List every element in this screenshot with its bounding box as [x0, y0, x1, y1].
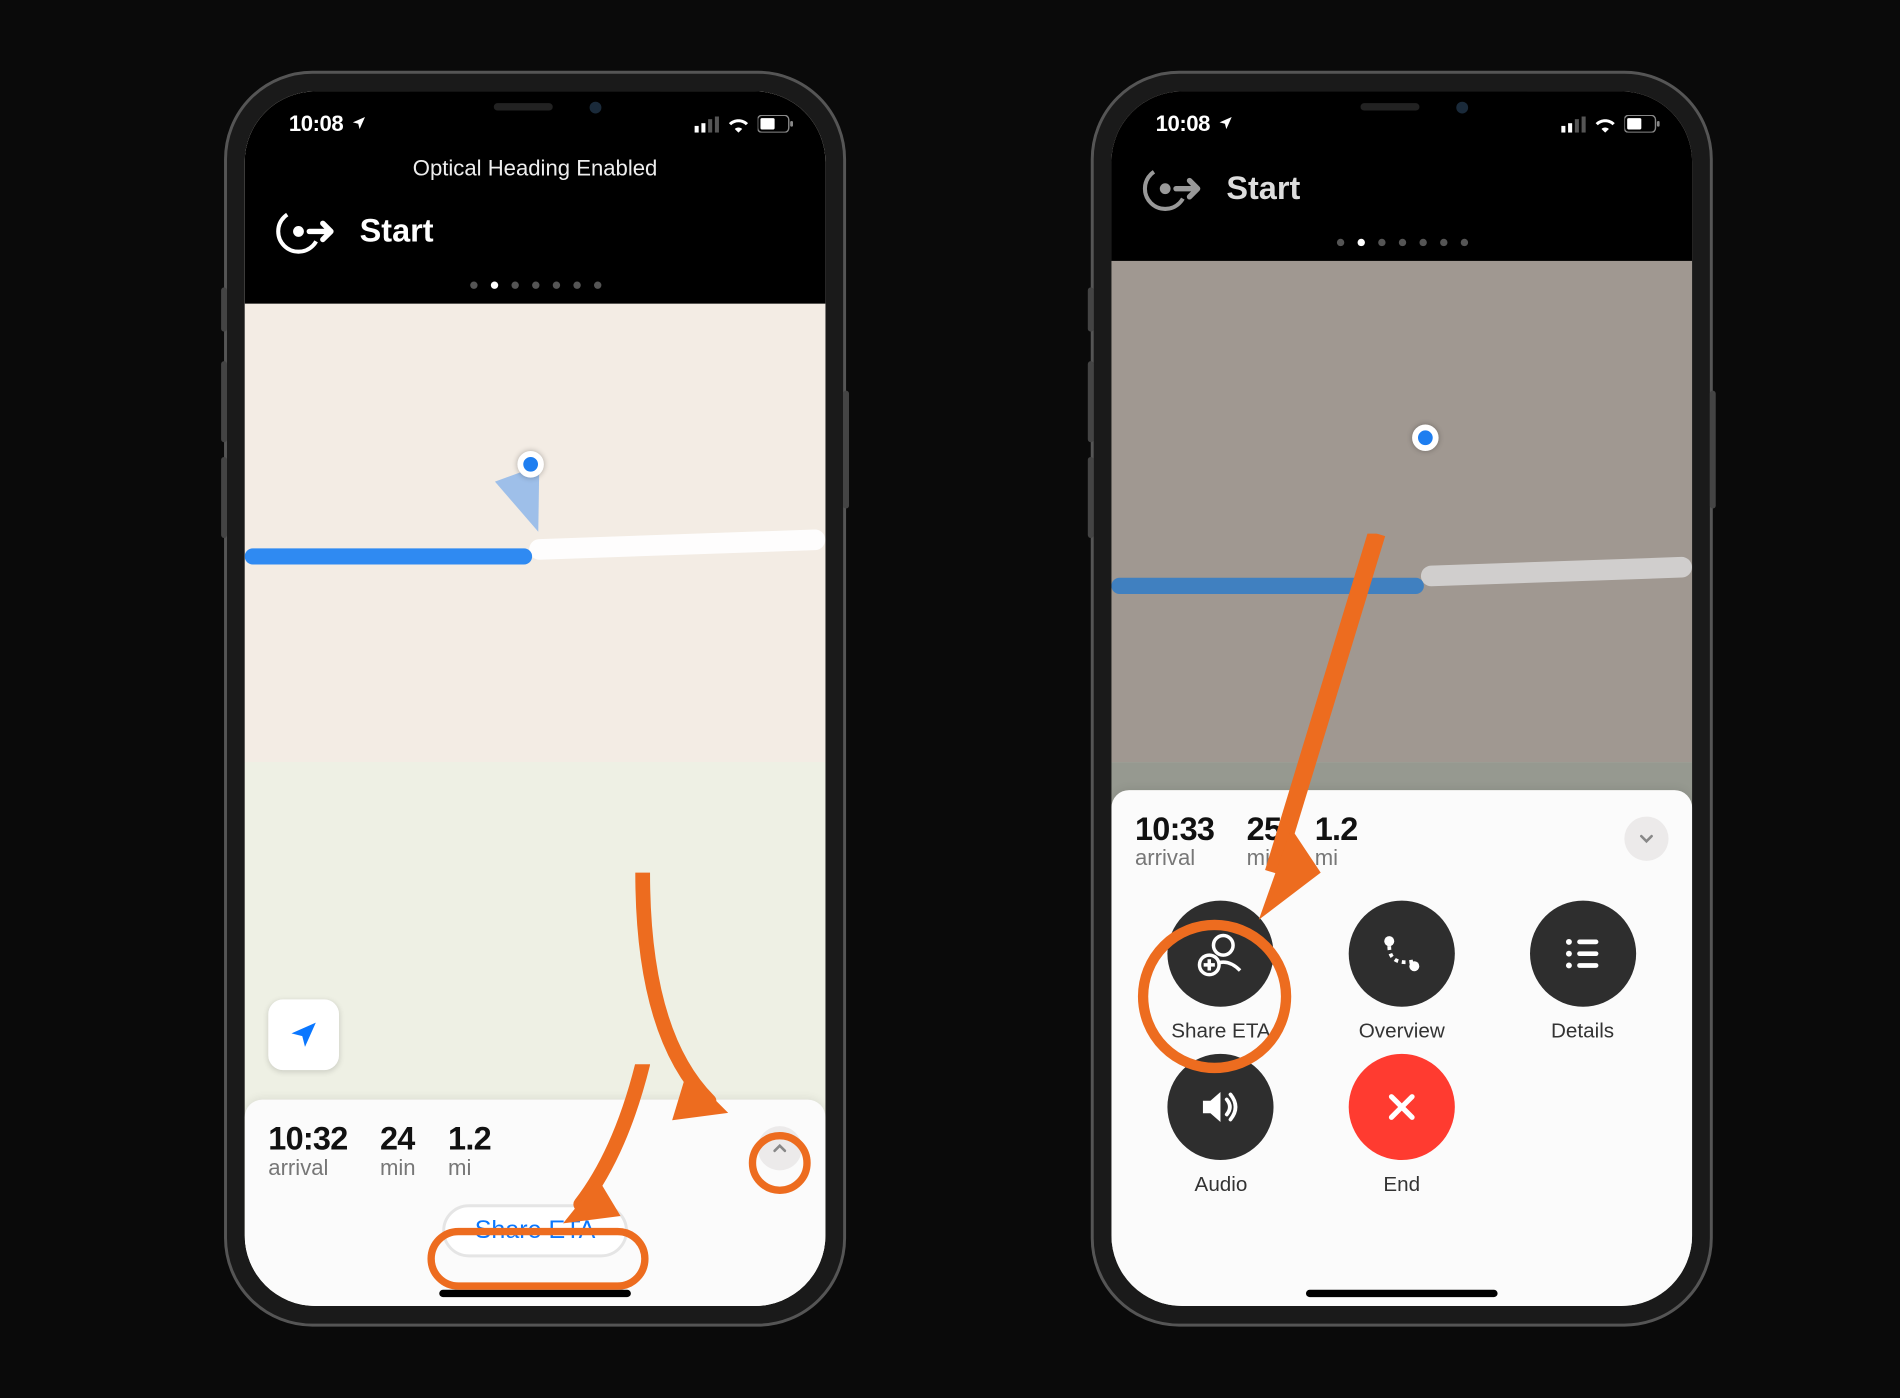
- details-icon: [1559, 930, 1606, 977]
- page-dots: [1135, 239, 1669, 246]
- action-label: Audio: [1195, 1172, 1248, 1196]
- details-action[interactable]: Details: [1505, 901, 1659, 1043]
- eta-duration: 24 min: [380, 1120, 416, 1180]
- cell-signal-icon: [1561, 116, 1586, 132]
- notch: [1276, 91, 1527, 132]
- page-dots: [268, 282, 802, 289]
- phone-frame-right: 10:08: [1091, 71, 1713, 1327]
- screen-left: 10:08 Optical Heading Enabled: [245, 91, 826, 1306]
- eta-distance: 1.2 mi: [448, 1120, 491, 1180]
- bottom-card-expanded[interactable]: 10:33 arrival 25 min 1.2 mi: [1111, 790, 1692, 1306]
- route-line: [245, 548, 532, 564]
- eta-duration: 25 min: [1247, 811, 1283, 871]
- action-grid: Share ETA Overview: [1135, 901, 1669, 1196]
- home-indicator[interactable]: [439, 1290, 631, 1297]
- phone-frame-left: 10:08 Optical Heading Enabled: [224, 71, 846, 1327]
- eta-arrival: 10:33 arrival: [1135, 811, 1214, 871]
- nav-step-title: Start: [1226, 170, 1300, 208]
- audio-icon: [1196, 1082, 1246, 1132]
- overview-action[interactable]: Overview: [1325, 901, 1479, 1043]
- nav-step-title: Start: [360, 212, 434, 250]
- notch: [410, 91, 661, 132]
- action-label: Details: [1551, 1019, 1614, 1043]
- location-arrow-icon: [350, 114, 366, 130]
- eta-arrival: 10:32 arrival: [268, 1120, 347, 1180]
- location-arrow-icon: [1217, 114, 1233, 130]
- overview-icon: [1377, 929, 1427, 979]
- current-location-dot: [517, 451, 544, 478]
- battery-icon: [1624, 115, 1659, 133]
- action-label: End: [1383, 1172, 1420, 1196]
- status-icons: [1561, 115, 1660, 133]
- status-icons: [694, 115, 793, 133]
- share-eta-action[interactable]: Share ETA: [1144, 901, 1298, 1043]
- eta-distance: 1.2 mi: [1315, 811, 1358, 871]
- route-line: [1111, 578, 1423, 594]
- location-arrow-icon: [287, 1019, 319, 1051]
- wifi-icon: [727, 115, 751, 133]
- eta-row: 10:32 arrival 24 min 1.2 mi: [268, 1120, 802, 1180]
- collapse-card-button[interactable]: [1624, 817, 1668, 861]
- cell-signal-icon: [694, 116, 719, 132]
- action-label: Share ETA: [1171, 1019, 1270, 1043]
- chevron-down-icon: [1636, 828, 1657, 849]
- wifi-icon: [1593, 115, 1617, 133]
- current-location-dot: [1412, 425, 1439, 452]
- home-indicator[interactable]: [1306, 1290, 1498, 1297]
- expand-card-button[interactable]: [758, 1126, 802, 1170]
- audio-action[interactable]: Audio: [1144, 1054, 1298, 1196]
- status-time: 10:08: [289, 111, 367, 136]
- status-time: 10:08: [1156, 111, 1234, 136]
- battery-icon: [758, 115, 793, 133]
- screen-right: 10:08: [1111, 91, 1692, 1306]
- bottom-card-collapsed[interactable]: 10:32 arrival 24 min 1.2 mi Share ETA: [245, 1100, 826, 1306]
- share-eta-icon: [1193, 926, 1249, 982]
- heading-enabled-label: Optical Heading Enabled: [268, 156, 802, 181]
- eta-row: 10:33 arrival 25 min 1.2 mi: [1135, 811, 1669, 871]
- close-icon: [1381, 1086, 1422, 1127]
- recenter-button[interactable]: [268, 999, 339, 1070]
- action-label: Overview: [1359, 1019, 1445, 1043]
- start-direction-icon: [274, 199, 339, 264]
- start-direction-icon: [1141, 156, 1206, 221]
- chevron-up-icon: [769, 1138, 790, 1159]
- end-action[interactable]: End: [1325, 1054, 1479, 1196]
- share-eta-button[interactable]: Share ETA: [442, 1204, 628, 1257]
